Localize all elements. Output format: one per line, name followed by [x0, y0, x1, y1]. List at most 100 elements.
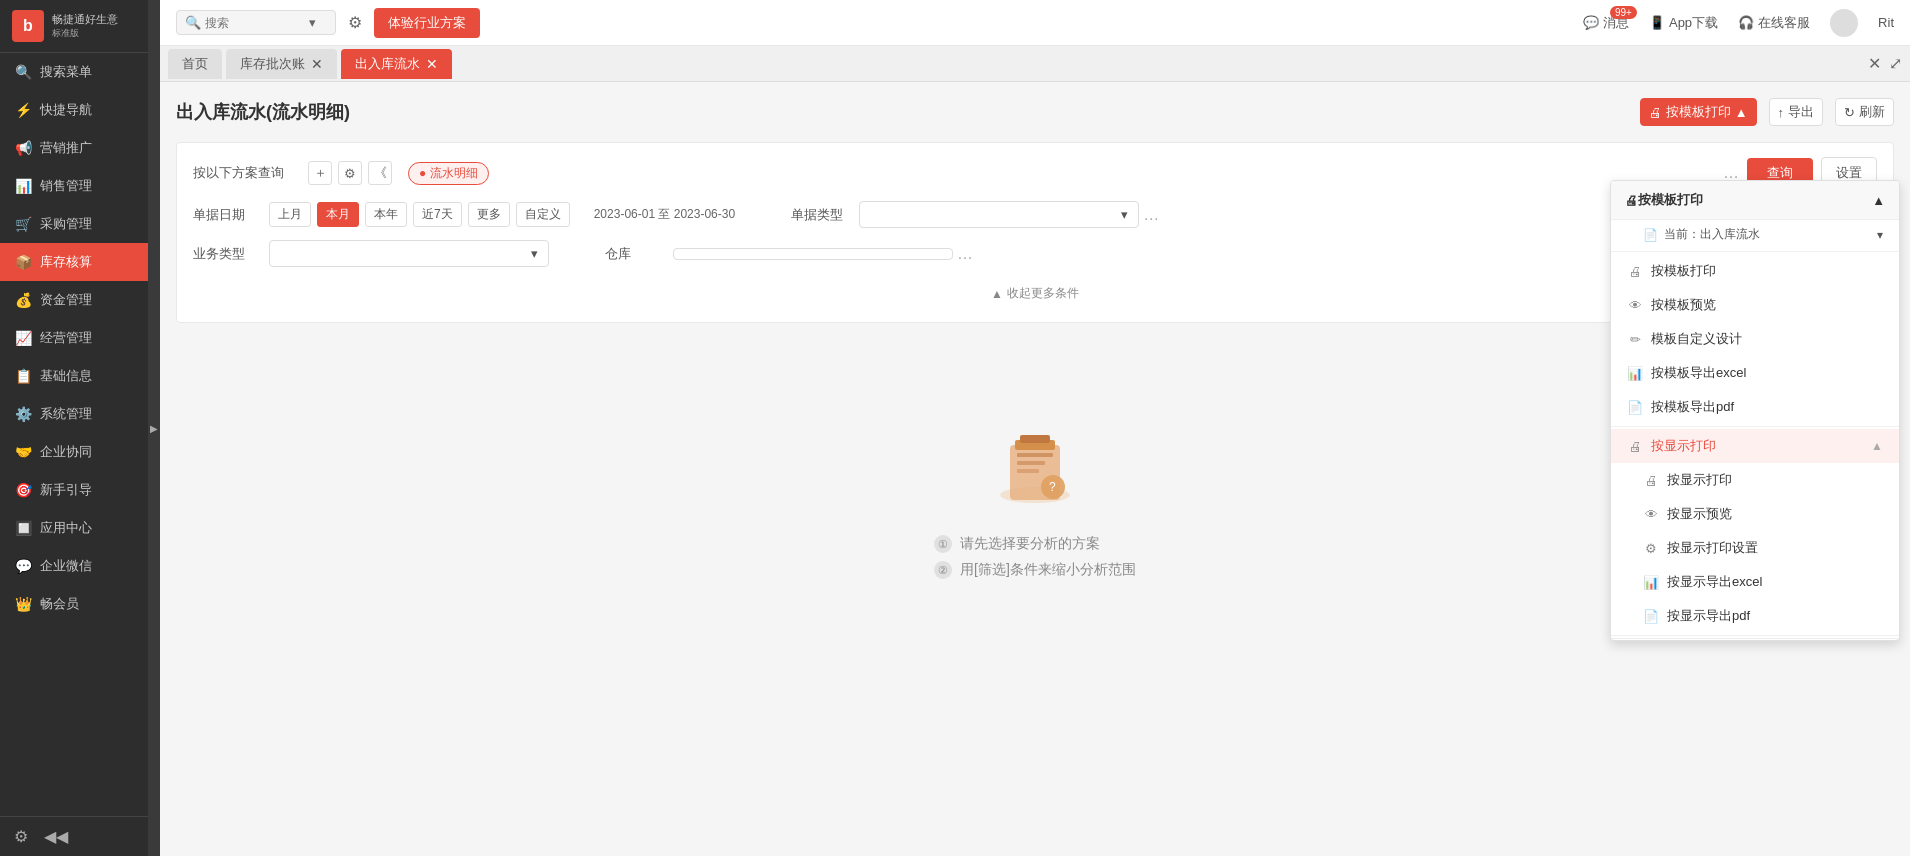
- app-download-button[interactable]: 📱 App下载: [1649, 14, 1718, 32]
- tabbar: 首页 库存批次账 ✕ 出入库流水 ✕ ✕ ⤢: [160, 46, 1910, 82]
- sidebar-item-inventory[interactable]: 📦 库存核算: [0, 243, 148, 281]
- sidebar-item-label: 采购管理: [40, 215, 92, 233]
- export-button[interactable]: ↑ 导出: [1769, 98, 1824, 126]
- warehouse-select[interactable]: [673, 248, 953, 260]
- sidebar-item-system[interactable]: ⚙️ 系统管理: [0, 395, 148, 433]
- close-all-tabs-icon[interactable]: ✕: [1868, 54, 1881, 73]
- template-pdf-item[interactable]: 📄 按模板导出pdf: [1611, 390, 1899, 424]
- set-default-item[interactable]: ⚙ 设置默认功能 ▾: [1611, 638, 1899, 640]
- print-template-button[interactable]: 🖨 按模板打印 ▲: [1640, 98, 1757, 126]
- template-excel-label: 按模板导出excel: [1651, 364, 1883, 382]
- date-btn-thisyear[interactable]: 本年: [365, 202, 407, 227]
- date-buttons: 上月 本月 本年 近7天 更多 自定义: [269, 202, 570, 227]
- doc-type-label: 单据类型: [791, 206, 851, 224]
- online-service-button[interactable]: 🎧 在线客服: [1738, 14, 1810, 32]
- current-icon: 📄: [1643, 228, 1658, 242]
- sidebar-item-search[interactable]: 🔍 搜索菜单: [0, 53, 148, 91]
- trial-button[interactable]: 体验行业方案: [374, 8, 480, 38]
- filter-settings-button[interactable]: ⚙: [338, 161, 362, 185]
- tab-flow[interactable]: 出入库流水 ✕: [341, 49, 452, 79]
- topbar-search-box[interactable]: 🔍 ▾: [176, 10, 336, 35]
- warehouse-more-icon[interactable]: …: [957, 245, 973, 263]
- basic-icon: 📋: [14, 367, 32, 385]
- topbar-gear-icon[interactable]: ⚙: [348, 13, 362, 32]
- sidebar-item-label: 应用中心: [40, 519, 92, 537]
- date-btn-more[interactable]: 更多: [468, 202, 510, 227]
- date-label: 单据日期: [193, 206, 253, 224]
- template-print-icon: 🖨: [1627, 263, 1643, 279]
- display-settings-item[interactable]: ⚙ 按显示打印设置: [1611, 531, 1899, 565]
- sidebar-item-finance[interactable]: 💰 资金管理: [0, 281, 148, 319]
- doc-type-more-icon[interactable]: …: [1143, 206, 1159, 224]
- printer-icon2: 🖨: [1625, 193, 1638, 208]
- maximize-icon[interactable]: ⤢: [1889, 54, 1902, 73]
- sidebar-item-basic[interactable]: 📋 基础信息: [0, 357, 148, 395]
- chevron-down-icon3: ▾: [1877, 228, 1883, 242]
- sidebar-item-sales[interactable]: 📊 销售管理: [0, 167, 148, 205]
- page-title-row: 出入库流水(流水明细) 🖨 按模板打印 ▲ ↑ 导出 ↻ 刷新: [176, 98, 1894, 126]
- sidebar-collapse-handle[interactable]: ▶: [148, 0, 160, 856]
- add-filter-button[interactable]: ＋: [308, 161, 332, 185]
- collapse-sidebar-icon[interactable]: ◀◀: [44, 827, 68, 846]
- sidebar-item-operations[interactable]: 📈 经营管理: [0, 319, 148, 357]
- settings-icon[interactable]: ⚙: [14, 827, 28, 846]
- sidebar-item-collab[interactable]: 🤝 企业协同: [0, 433, 148, 471]
- display-preview-item[interactable]: 👁 按显示预览: [1611, 497, 1899, 531]
- date-btn-thismonth[interactable]: 本月: [317, 202, 359, 227]
- tab-batch-close-icon[interactable]: ✕: [311, 57, 323, 71]
- chevron-down-icon: ▾: [1121, 207, 1128, 222]
- template-print-label: 按模板打印: [1651, 262, 1883, 280]
- tab-home[interactable]: 首页: [168, 49, 222, 79]
- date-btn-lastmonth[interactable]: 上月: [269, 202, 311, 227]
- export-icon: ↑: [1778, 105, 1785, 120]
- filter-collapse-button[interactable]: 《: [368, 161, 392, 185]
- sidebar-item-purchase[interactable]: 🛒 采购管理: [0, 205, 148, 243]
- member-icon: 👑: [14, 595, 32, 613]
- doc-type-select[interactable]: ▾: [859, 201, 1139, 228]
- display-settings-label: 按显示打印设置: [1667, 539, 1883, 557]
- empty-step-1: ① 请先选择要分析的方案: [934, 535, 1136, 553]
- sidebar-item-appcenter[interactable]: 🔲 应用中心: [0, 509, 148, 547]
- display-print-item[interactable]: 🖨 按显示打印: [1611, 463, 1899, 497]
- svg-rect-5: [1017, 461, 1045, 465]
- display-print-label: 按显示打印: [1667, 471, 1883, 489]
- filter-tools: ＋ ⚙ 《: [308, 161, 392, 185]
- step-num-2: ②: [934, 561, 952, 579]
- display-pdf-item[interactable]: 📄 按显示导出pdf: [1611, 599, 1899, 633]
- biz-type-select[interactable]: ▾: [269, 240, 549, 267]
- search-input[interactable]: [205, 16, 305, 30]
- topbar-search-icon: 🔍: [185, 15, 201, 30]
- sidebar-item-label: 库存核算: [40, 253, 92, 271]
- date-btn-7days[interactable]: 近7天: [413, 202, 462, 227]
- template-pdf-icon: 📄: [1627, 399, 1643, 415]
- tab-flow-close-icon[interactable]: ✕: [426, 57, 438, 71]
- template-print-item[interactable]: 🖨 按模板打印: [1611, 254, 1899, 288]
- sidebar: b 畅捷通好生意 标准版 🔍 搜索菜单 ⚡ 快捷导航 📢 营销推广 📊 销售管理…: [0, 0, 148, 856]
- sidebar-item-label: 基础信息: [40, 367, 92, 385]
- tab-batch[interactable]: 库存批次账 ✕: [226, 49, 337, 79]
- topbar-search-dropdown-icon[interactable]: ▾: [309, 15, 316, 30]
- chevron-up-icon3[interactable]: ▲: [1872, 193, 1885, 208]
- sidebar-item-marketing[interactable]: 📢 营销推广: [0, 129, 148, 167]
- sidebar-bottom: ⚙ ◀◀: [0, 816, 148, 856]
- template-preview-item[interactable]: 👁 按模板预览: [1611, 288, 1899, 322]
- message-button[interactable]: 💬 消息 99+: [1583, 14, 1629, 32]
- display-section-header[interactable]: 🖨 按显示打印 ▲: [1611, 429, 1899, 463]
- biz-type-label: 业务类型: [193, 245, 253, 263]
- display-excel-item[interactable]: 📊 按显示导出excel: [1611, 565, 1899, 599]
- sidebar-item-member[interactable]: 👑 畅会员: [0, 585, 148, 623]
- chevron-up-icon: ▲: [1735, 105, 1748, 120]
- headset-icon: 🎧: [1738, 15, 1754, 30]
- sidebar-item-quicknav[interactable]: ⚡ 快捷导航: [0, 91, 148, 129]
- print-panel: 🖨 按模板打印 ▲ 📄 当前：出入库流水 ▾ 🖨 按模板打印 👁: [1610, 180, 1900, 641]
- template-custom-item[interactable]: ✏ 模板自定义设计: [1611, 322, 1899, 356]
- message-badge: 99+: [1610, 6, 1637, 19]
- sidebar-item-wechat[interactable]: 💬 企业微信: [0, 547, 148, 585]
- refresh-button[interactable]: ↻ 刷新: [1835, 98, 1894, 126]
- template-excel-item[interactable]: 📊 按模板导出excel: [1611, 356, 1899, 390]
- date-btn-custom[interactable]: 自定义: [516, 202, 570, 227]
- user-avatar[interactable]: [1830, 9, 1858, 37]
- operations-icon: 📈: [14, 329, 32, 347]
- sidebar-item-guide[interactable]: 🎯 新手引导: [0, 471, 148, 509]
- empty-step-2: ② 用[筛选]条件来缩小分析范围: [934, 561, 1136, 579]
